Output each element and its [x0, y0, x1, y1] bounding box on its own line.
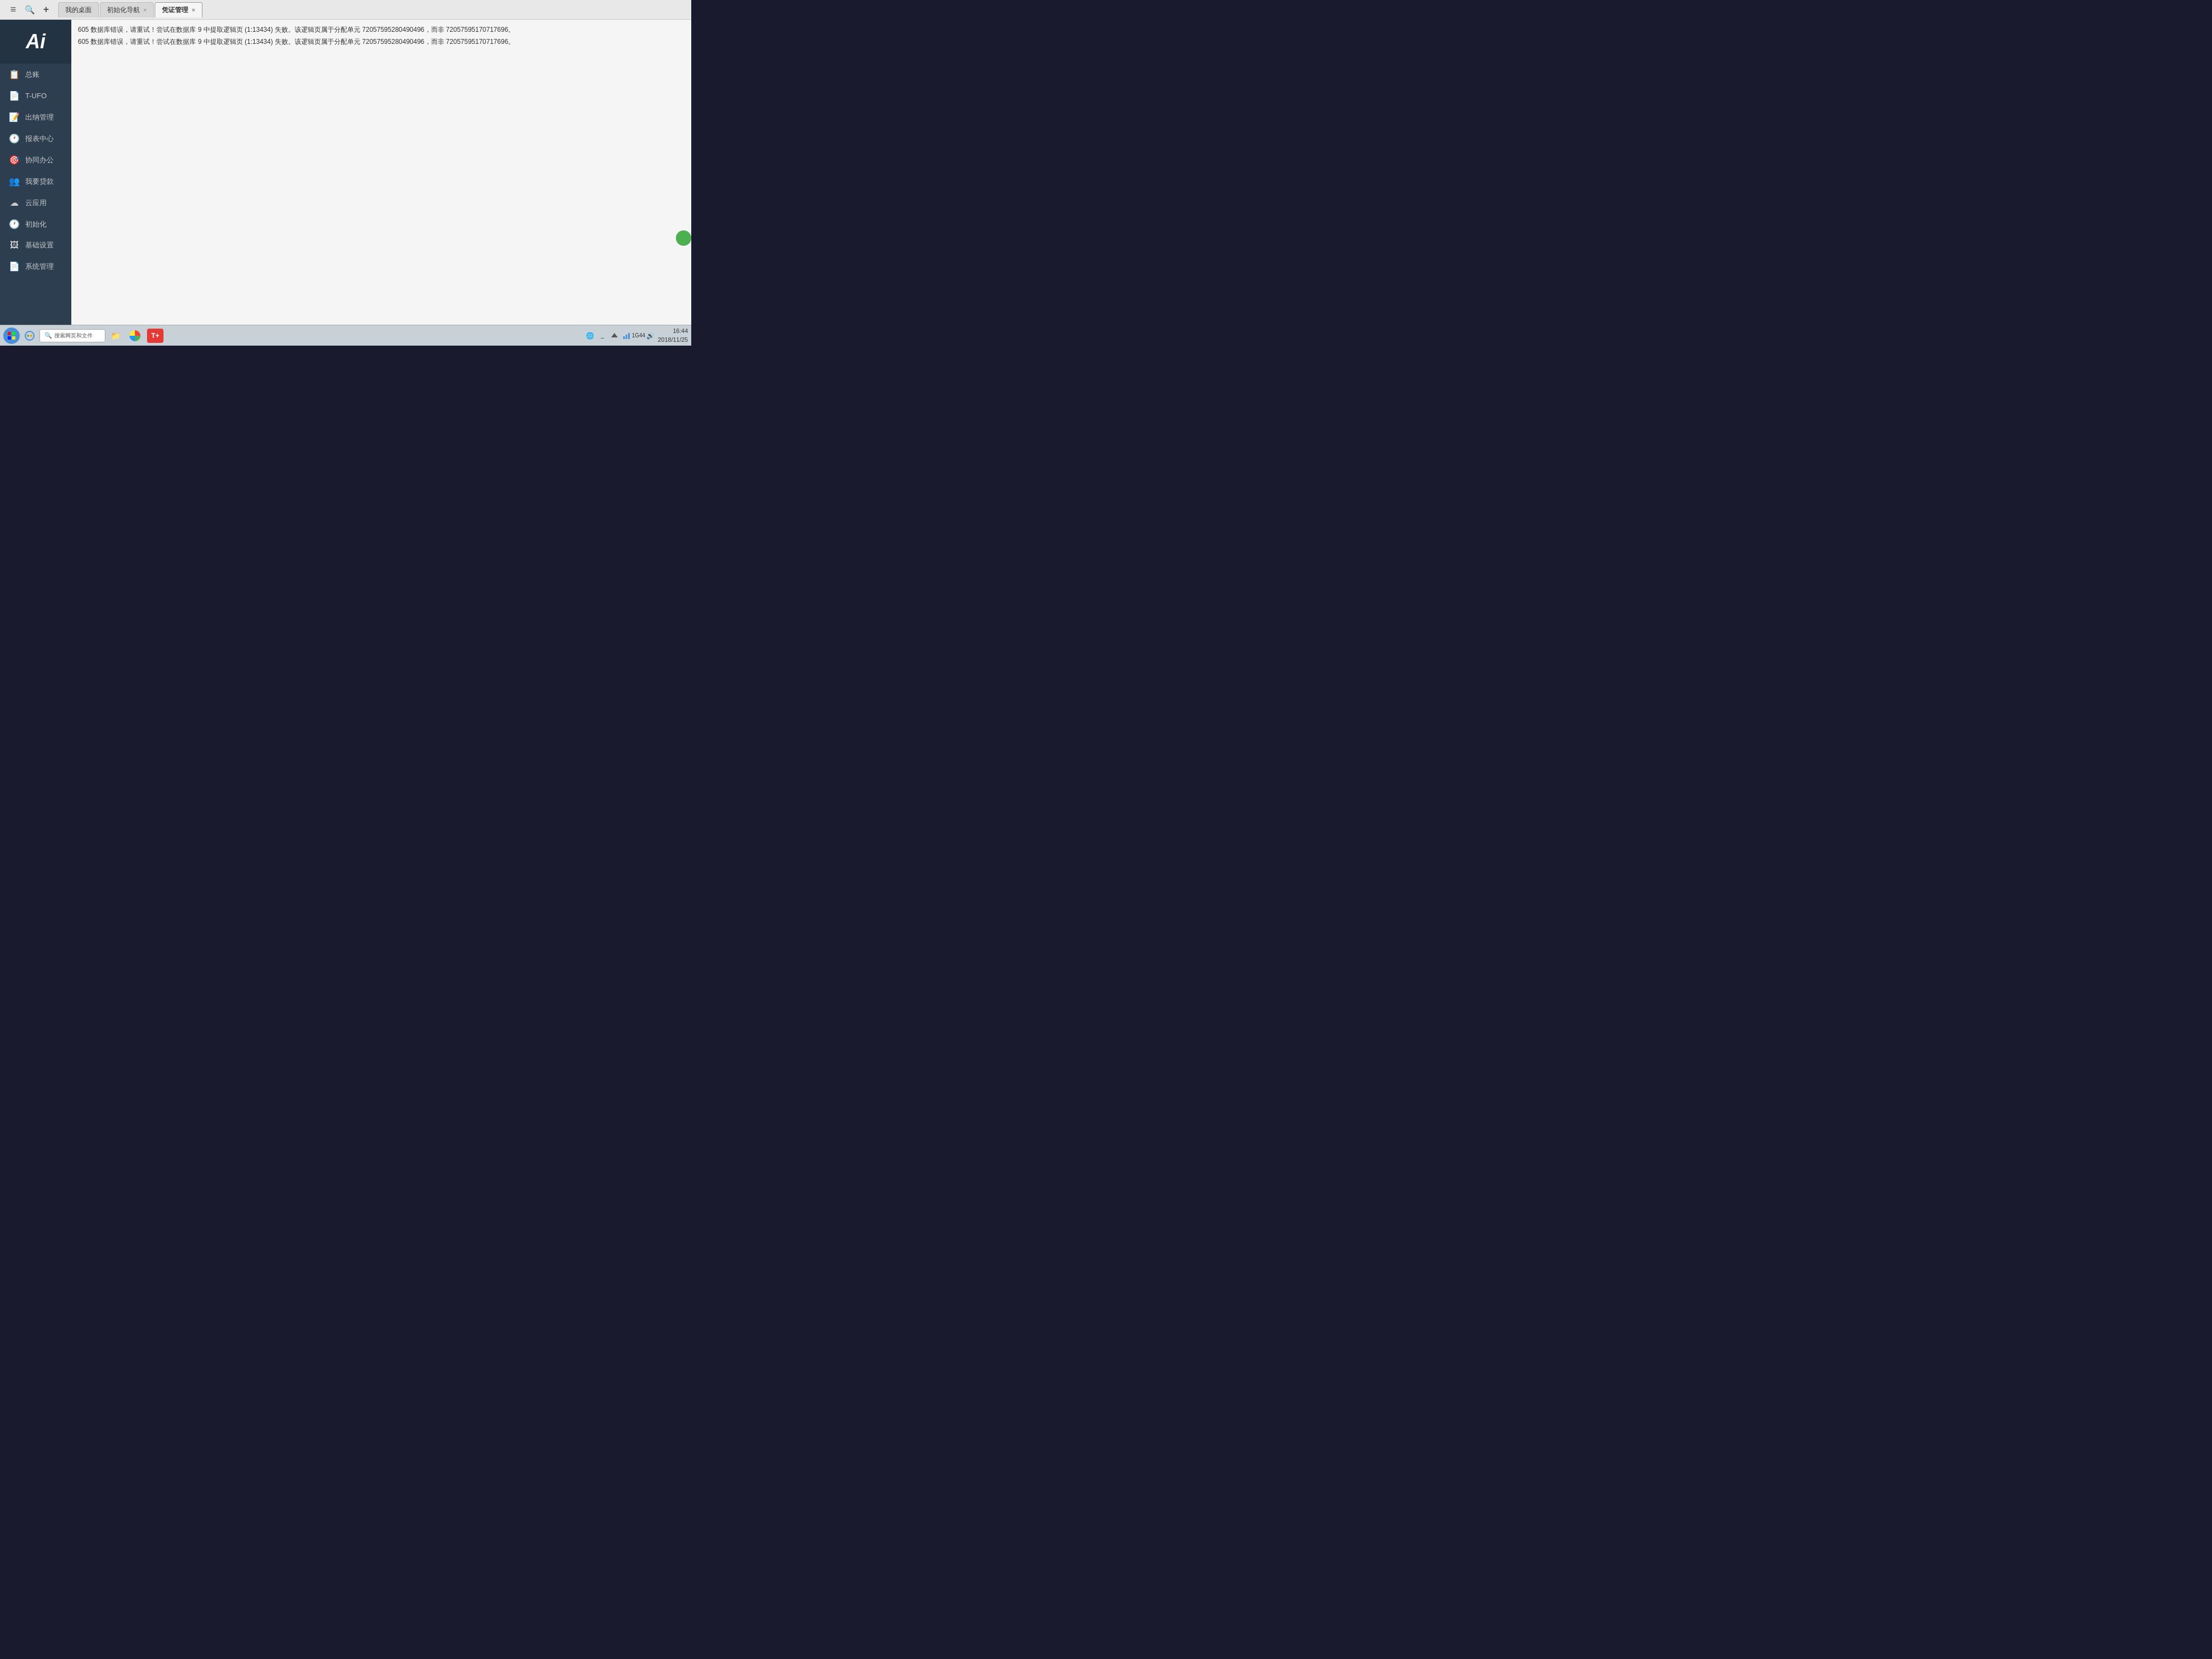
- content-area: 605 数据库错误，请重试！尝试在数据库 9 中提取逻辑页 (1:13434) …: [71, 20, 691, 325]
- cloud-apps-icon: ☁: [9, 198, 20, 208]
- tab-init-nav[interactable]: 初始化导航 ×: [100, 2, 154, 18]
- sys-mgmt-label: 系统管理: [25, 262, 54, 272]
- taskbar-color-wheel[interactable]: [125, 328, 145, 344]
- general-ledger-label: 总账: [25, 70, 40, 80]
- svg-rect-10: [625, 335, 627, 339]
- taskbar-search-label: 搜索网页和文件: [54, 332, 93, 340]
- tab-init-nav-close[interactable]: ×: [143, 7, 146, 13]
- error-line-2: 605 数据库错误，请重试！尝试在数据库 9 中提取逻辑页 (1:13434) …: [78, 36, 685, 48]
- tab-init-nav-label: 初始化导航: [107, 5, 140, 15]
- taskbar-search-icon: 🔍: [44, 332, 52, 339]
- initialize-icon: 🕐: [9, 219, 20, 229]
- taskbar-folder[interactable]: 📁: [108, 328, 123, 343]
- sidebar-item-collab-office[interactable]: 🎯 协同办公: [0, 149, 71, 171]
- app-logo: Ai: [26, 30, 46, 53]
- svg-rect-3: [12, 336, 15, 340]
- folder-icon: 📁: [111, 331, 120, 340]
- sidebar-item-loan[interactable]: 👥 我要贷款: [0, 171, 71, 192]
- clock-time: 16:44: [658, 327, 688, 335]
- green-circle-indicator: [676, 230, 691, 246]
- loan-icon: 👥: [9, 176, 20, 187]
- tray-arrow-icon[interactable]: [610, 331, 619, 341]
- tab-my-desktop-label: 我的桌面: [65, 5, 92, 15]
- basic-settings-label: 基础设置: [25, 240, 54, 250]
- svg-rect-1: [12, 332, 15, 335]
- tray-network-icon[interactable]: [622, 331, 631, 341]
- tab-voucher-mgmt-close[interactable]: ×: [191, 7, 195, 13]
- tray-volume-icon[interactable]: 🔊: [646, 331, 656, 341]
- report-center-icon: 🕐: [9, 133, 20, 144]
- windows-icon: [7, 331, 16, 340]
- tray-up-arrow: [611, 332, 618, 340]
- tab-voucher-mgmt-label: 凭证管理: [162, 5, 188, 15]
- cloud-apps-label: 云应用: [25, 198, 47, 208]
- taskbar-icon-1: [24, 330, 35, 341]
- tab-my-desktop[interactable]: 我的桌面: [58, 2, 99, 18]
- start-button[interactable]: [3, 328, 20, 344]
- sidebar-item-t-ufo[interactable]: 📄 T-UFO: [0, 85, 71, 106]
- sidebar-item-cash-mgmt[interactable]: 📝 出纳管理: [0, 106, 71, 128]
- taskbar-btn-1[interactable]: [22, 328, 37, 343]
- svg-point-5: [27, 335, 29, 337]
- sidebar-item-cloud-apps[interactable]: ☁ 云应用: [0, 192, 71, 213]
- collab-office-label: 协同办公: [25, 155, 54, 165]
- main-area: Ai 📋 总账 📄 T-UFO 📝 出纳管理 🕐 报表中心: [0, 20, 691, 325]
- tray-icon-2[interactable]: _: [597, 331, 607, 341]
- svg-rect-9: [623, 336, 625, 339]
- svg-rect-11: [628, 333, 630, 339]
- svg-marker-8: [611, 333, 618, 337]
- sidebar-item-report-center[interactable]: 🕐 报表中心: [0, 128, 71, 149]
- add-tab-icon[interactable]: +: [40, 3, 53, 16]
- svg-point-4: [25, 331, 34, 340]
- taskbar-search[interactable]: 🔍 搜索网页和文件: [40, 329, 105, 342]
- menu-icon[interactable]: ≡: [7, 3, 20, 16]
- loan-label: 我要贷款: [25, 177, 54, 187]
- t-ufo-label: T-UFO: [25, 92, 47, 100]
- cash-mgmt-icon: 📝: [9, 112, 20, 122]
- tab-bar: ≡ 🔍 + 我的桌面 初始化导航 × 凭证管理 ×: [0, 0, 691, 20]
- basic-settings-icon: 🖼: [9, 240, 20, 250]
- search-icon[interactable]: 🔍: [23, 3, 36, 16]
- error-line-1: 605 数据库错误，请重试！尝试在数据库 9 中提取逻辑页 (1:13434) …: [78, 24, 685, 36]
- report-center-label: 报表中心: [25, 134, 54, 144]
- t-plus-label: T+: [151, 332, 159, 340]
- taskbar-t-plus[interactable]: T+: [147, 329, 163, 343]
- taskbar-clock[interactable]: 16:44 2018/11/25: [658, 327, 688, 344]
- collab-office-icon: 🎯: [9, 155, 20, 165]
- sidebar-item-basic-settings[interactable]: 🖼 基础设置: [0, 235, 71, 256]
- system-tray: 🌐 _ 1G44 🔊 16:44: [585, 327, 688, 344]
- general-ledger-icon: 📋: [9, 69, 20, 80]
- initialize-label: 初始化: [25, 219, 47, 229]
- svg-rect-0: [8, 332, 11, 335]
- sidebar-item-general-ledger[interactable]: 📋 总账: [0, 64, 71, 85]
- t-ufo-icon: 📄: [9, 91, 20, 101]
- taskbar: 🔍 搜索网页和文件 📁 T+ 🌐: [0, 325, 691, 346]
- sidebar-item-initialize[interactable]: 🕐 初始化: [0, 213, 71, 235]
- cash-mgmt-label: 出纳管理: [25, 112, 54, 122]
- tab-voucher-mgmt[interactable]: 凭证管理 ×: [155, 2, 202, 18]
- clock-date: 2018/11/25: [658, 336, 688, 344]
- sidebar-header: Ai: [0, 20, 71, 64]
- tray-signal-label: 1G44: [634, 331, 644, 341]
- svg-rect-2: [8, 336, 11, 340]
- sidebar: Ai 📋 总账 📄 T-UFO 📝 出纳管理 🕐 报表中心: [0, 20, 71, 325]
- tab-bar-icons: ≡ 🔍 +: [2, 3, 57, 16]
- color-wheel-icon: [128, 329, 142, 342]
- sidebar-item-sys-mgmt[interactable]: 📄 系统管理: [0, 256, 71, 277]
- sys-mgmt-icon: 📄: [9, 261, 20, 272]
- svg-point-6: [30, 335, 32, 337]
- tray-globe-icon[interactable]: 🌐: [585, 331, 595, 341]
- network-icon: [623, 332, 630, 340]
